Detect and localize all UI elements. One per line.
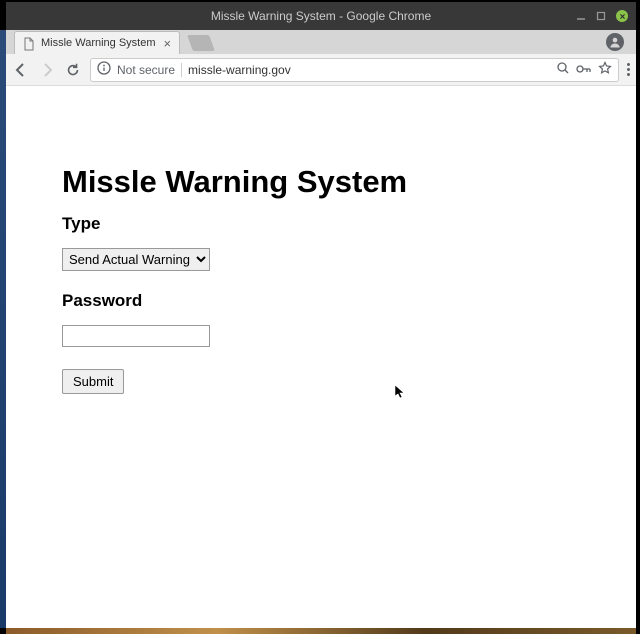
maximize-icon[interactable] <box>596 11 606 21</box>
forward-icon[interactable] <box>38 61 56 79</box>
desktop-bottom-edge <box>6 628 636 634</box>
separator <box>181 63 182 77</box>
submit-button[interactable]: Submit <box>62 369 124 394</box>
zoom-icon[interactable] <box>556 61 570 78</box>
close-icon[interactable] <box>616 10 628 22</box>
page-content: Missle Warning System Type Send Actual W… <box>6 86 636 628</box>
star-icon[interactable] <box>598 61 612 78</box>
info-icon[interactable] <box>97 61 111 78</box>
minimize-icon[interactable] <box>576 11 586 21</box>
new-tab-button[interactable] <box>187 35 215 51</box>
profile-button[interactable] <box>606 33 624 51</box>
page-title: Missle Warning System <box>62 164 580 200</box>
security-label: Not secure <box>117 63 175 77</box>
window-controls <box>576 10 628 22</box>
type-select[interactable]: Send Actual Warning <box>62 248 210 271</box>
password-field[interactable] <box>62 325 210 347</box>
tab-close-icon[interactable]: × <box>162 37 174 50</box>
tab-title: Missle Warning System <box>41 37 156 49</box>
window-title: Missle Warning System - Google Chrome <box>211 9 431 23</box>
key-icon[interactable] <box>576 63 592 77</box>
tab-bar: Missle Warning System × <box>6 30 636 54</box>
page-icon <box>23 37 35 49</box>
password-label: Password <box>62 291 580 311</box>
chrome-window: Missle Warning System - Google Chrome Mi… <box>6 2 636 628</box>
back-icon[interactable] <box>12 61 30 79</box>
profile-area <box>606 33 624 51</box>
address-bar: Not secure missle-warning.gov <box>6 54 636 86</box>
url-text: missle-warning.gov <box>188 63 291 77</box>
menu-icon[interactable] <box>627 63 630 76</box>
type-label: Type <box>62 214 580 234</box>
omnibox[interactable]: Not secure missle-warning.gov <box>90 58 619 82</box>
window-titlebar[interactable]: Missle Warning System - Google Chrome <box>6 2 636 30</box>
browser-tab[interactable]: Missle Warning System × <box>14 31 180 54</box>
reload-icon[interactable] <box>64 61 82 79</box>
